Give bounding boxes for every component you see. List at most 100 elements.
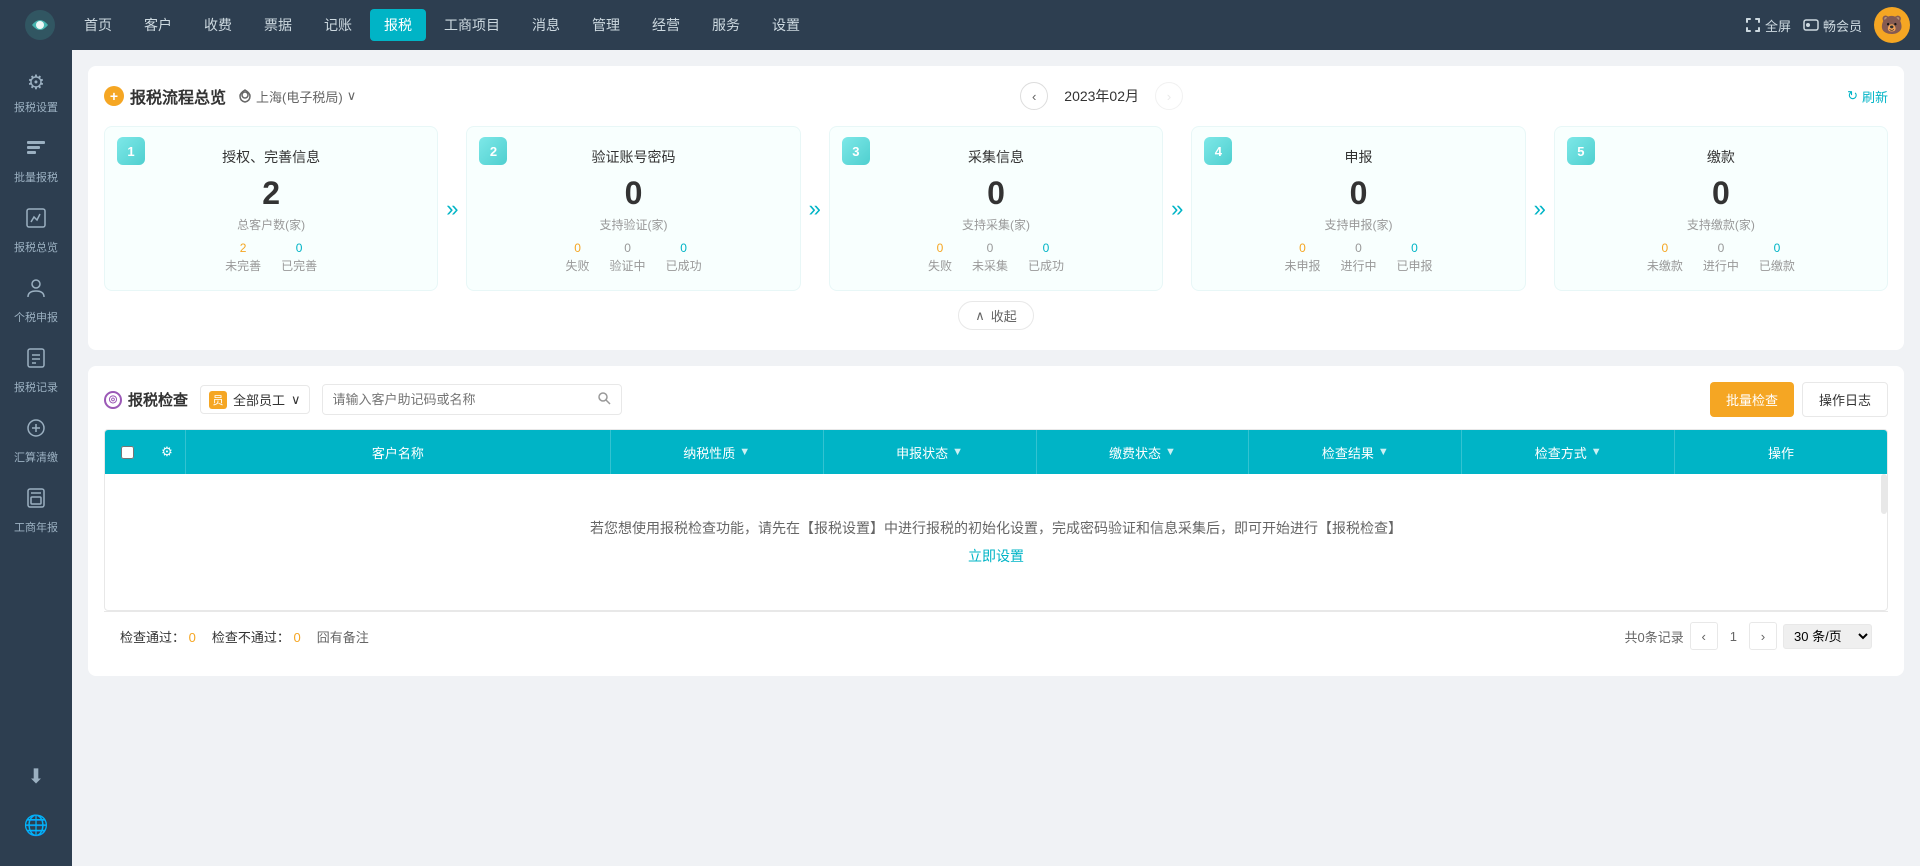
- search-btn[interactable]: [587, 385, 621, 414]
- sidebar-item-annual-report[interactable]: 工商年报: [1, 477, 71, 545]
- collapse-btn[interactable]: ∧ 收起: [958, 301, 1034, 330]
- network-icon[interactable]: 🌐: [16, 805, 57, 846]
- stat-not-filed: 0 未申报: [1284, 241, 1320, 274]
- select-all-checkbox[interactable]: [121, 446, 134, 459]
- stat-verifying: 0 验证中: [610, 241, 646, 274]
- check-header: ◎ 报税检查 员 全部员工 ∨ 批量检查 操作日志: [104, 382, 1888, 417]
- step-5-badge: 5: [1567, 137, 1595, 165]
- card-5-title: 缴款: [1571, 147, 1871, 167]
- plus-icon: +: [104, 86, 124, 106]
- employee-selector[interactable]: 员 全部员工 ∨: [200, 385, 310, 414]
- sidebar-item-tax-records[interactable]: 报税记录: [1, 337, 71, 405]
- nav-tax[interactable]: 报税: [370, 9, 426, 41]
- search-input[interactable]: [323, 386, 587, 413]
- nav-account[interactable]: 记账: [310, 9, 366, 41]
- check-table: ⚙ 客户名称 纳税性质 ▼ 申报状态 ▼ 缴费状态 ▼ 检查结果: [104, 429, 1888, 611]
- chevron-up-icon: ∧: [975, 308, 985, 324]
- flow-card-3: 3 采集信息 0 支持采集(家) 0 失败 0 未采集 0 已成功: [829, 126, 1163, 291]
- main-content: + 报税流程总览 上海(电子税局) ∨ ‹ 2023年02月 › ↻ 刷新 1: [72, 50, 1920, 866]
- card-5-sub: 支持缴款(家): [1571, 216, 1871, 233]
- table-empty-body: 若您想使用报税检查功能，请先在【报税设置】中进行报税的初始化设置，完成密码验证和…: [105, 474, 1887, 610]
- fullscreen-btn[interactable]: 全屏: [1745, 16, 1791, 35]
- th-filing-status[interactable]: 申报状态 ▼: [823, 430, 1036, 474]
- step-3-badge: 3: [842, 137, 870, 165]
- filter-tax-nature-icon: ▼: [739, 446, 750, 458]
- th-checkbox[interactable]: [105, 446, 149, 459]
- batch-tax-icon: [25, 137, 47, 165]
- empty-hint-text: 若您想使用报税检查功能，请先在【报税设置】中进行报税的初始化设置，完成密码验证和…: [590, 514, 1402, 542]
- step-4-badge: 4: [1204, 137, 1232, 165]
- next-month-btn[interactable]: ›: [1155, 82, 1183, 110]
- flow-card-1: 1 授权、完善信息 2 总客户数(家) 2 未完善 0 已完善: [104, 126, 438, 291]
- card-1-count: 2: [121, 175, 421, 212]
- card-1-title: 授权、完善信息: [121, 147, 421, 167]
- prev-page-btn[interactable]: ‹: [1690, 622, 1718, 650]
- nav-manage[interactable]: 管理: [578, 9, 634, 41]
- pagination: 共0条记录 ‹ 1 › 30 条/页50 条/页100 条/页: [1625, 622, 1872, 650]
- nav-operation[interactable]: 经营: [638, 9, 694, 41]
- sidebar-item-batch-tax[interactable]: 批量报税: [1, 127, 71, 195]
- flow-card-2: 2 验证账号密码 0 支持验证(家) 0 失败 0 验证中 0 已成功: [466, 126, 800, 291]
- total-records: 共0条记录: [1625, 627, 1684, 646]
- stat-incomplete: 2 未完善: [225, 241, 261, 274]
- card-3-title: 采集信息: [846, 147, 1146, 167]
- flow-card-5: 5 缴款 0 支持缴款(家) 0 未缴款 0 进行中 0 已缴款: [1554, 126, 1888, 291]
- collapse-bar: ∧ 收起: [104, 291, 1888, 334]
- flow-card-4: 4 申报 0 支持申报(家) 0 未申报 0 进行中 0 已申报: [1191, 126, 1525, 291]
- next-page-btn[interactable]: ›: [1749, 622, 1777, 650]
- nav-message[interactable]: 消息: [518, 9, 574, 41]
- member-btn[interactable]: 畅会员: [1803, 16, 1862, 35]
- sidebar-item-settlement[interactable]: 汇算清缴: [1, 407, 71, 475]
- stat-not-collected: 0 未采集: [972, 241, 1008, 274]
- check-section: ◎ 报税检查 员 全部员工 ∨ 批量检查 操作日志: [88, 366, 1904, 676]
- card-1-sub: 总客户数(家): [121, 216, 421, 233]
- chevron-down-icon: ∨: [347, 88, 357, 104]
- step-2-badge: 2: [479, 137, 507, 165]
- download-icon[interactable]: ⬇: [20, 756, 53, 797]
- check-circle-icon: ◎: [104, 391, 122, 409]
- nav-right-controls: 全屏 畅会员 🐻: [1745, 7, 1910, 43]
- check-actions: 批量检查 操作日志: [1710, 382, 1888, 417]
- th-payment-status[interactable]: 缴费状态 ▼: [1036, 430, 1249, 474]
- prev-month-btn[interactable]: ‹: [1020, 82, 1048, 110]
- nav-service[interactable]: 服务: [698, 9, 754, 41]
- filter-filing-status-icon: ▼: [952, 446, 963, 458]
- nav-invoice[interactable]: 票据: [250, 9, 306, 41]
- th-check-result[interactable]: 检查结果 ▼: [1248, 430, 1461, 474]
- stat-verified: 0 已成功: [666, 241, 702, 274]
- refresh-btn[interactable]: ↻ 刷新: [1847, 87, 1888, 106]
- th-tax-nature[interactable]: 纳税性质 ▼: [610, 430, 823, 474]
- footer-note: 囧有备注: [317, 627, 369, 646]
- card-4-title: 申报: [1208, 147, 1508, 167]
- per-page-select[interactable]: 30 条/页50 条/页100 条/页: [1783, 624, 1872, 649]
- card-1-stats: 2 未完善 0 已完善: [121, 241, 421, 274]
- sidebar-item-personal-tax[interactable]: 个税申报: [1, 267, 71, 335]
- tax-overview-icon: [25, 207, 47, 235]
- operation-log-btn[interactable]: 操作日志: [1802, 382, 1888, 417]
- tax-records-icon: [25, 347, 47, 375]
- scrollbar[interactable]: [1881, 474, 1887, 514]
- fail-value[interactable]: 0: [294, 630, 301, 645]
- nav-home[interactable]: 首页: [70, 9, 126, 41]
- stat-collected: 0 已成功: [1028, 241, 1064, 274]
- settlement-icon: [25, 417, 47, 445]
- sidebar-item-tax-overview[interactable]: 报税总览: [1, 197, 71, 265]
- nav-business[interactable]: 工商项目: [430, 9, 514, 41]
- step-1-badge: 1: [117, 137, 145, 165]
- annual-report-icon: [25, 487, 47, 515]
- batch-check-btn[interactable]: 批量检查: [1710, 382, 1794, 417]
- stat-filing: 0 进行中: [1340, 241, 1376, 274]
- nav-customer[interactable]: 客户: [130, 9, 186, 41]
- setup-link[interactable]: 立即设置: [968, 542, 1024, 570]
- pass-value[interactable]: 0: [189, 630, 196, 645]
- location-selector[interactable]: 上海(电子税局) ∨: [238, 87, 356, 106]
- nav-settings[interactable]: 设置: [758, 9, 814, 41]
- card-3-count: 0: [846, 175, 1146, 212]
- sidebar-item-tax-settings[interactable]: ⚙ 报税设置: [1, 60, 71, 125]
- nav-fee[interactable]: 收费: [190, 9, 246, 41]
- card-2-sub: 支持验证(家): [483, 216, 783, 233]
- th-check-method[interactable]: 检查方式 ▼: [1461, 430, 1674, 474]
- app-logo: [10, 9, 70, 41]
- tax-settings-icon: ⚙: [27, 70, 45, 95]
- th-gear-icon[interactable]: ⚙: [149, 444, 185, 460]
